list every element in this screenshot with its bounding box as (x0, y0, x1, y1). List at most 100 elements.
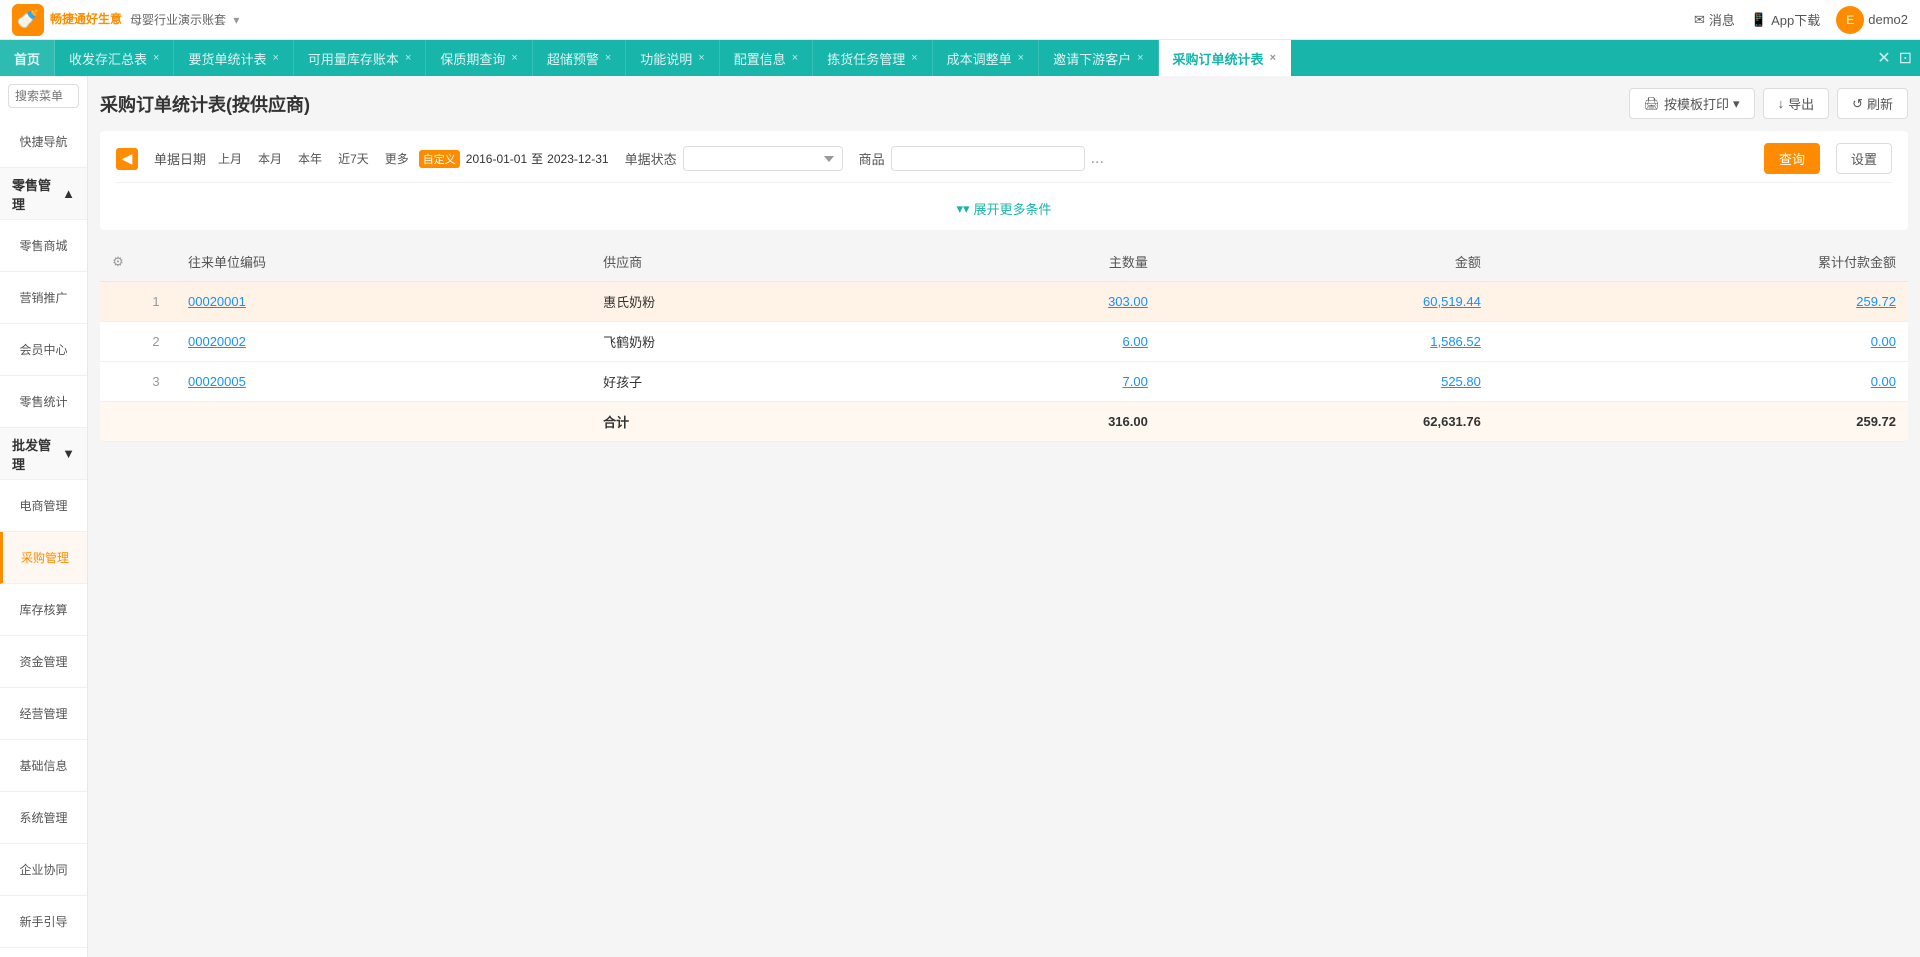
row3-paid-amount-val[interactable]: 0.00 (1871, 374, 1896, 389)
row1-unit-code-val[interactable]: 00020001 (188, 294, 246, 309)
sidebar-item-quick-nav-label: 快捷导航 (19, 133, 67, 150)
sidebar-item-marketing[interactable]: 营销推广 (0, 272, 87, 324)
sidebar-item-retail-mgmt[interactable]: 零售管理 ▲ (0, 168, 87, 220)
filter-panel: ◀ 单据日期 上月 本月 本年 近7天 更多 自定义 2016-01-01 至 (100, 131, 1908, 230)
tab-requisition-close[interactable]: × (272, 52, 278, 64)
table-row: 1 00020001 惠氏奶粉 303.00 60,519.44 (100, 282, 1908, 322)
print-button[interactable]: 🖨 按模板打印 ▾ (1629, 88, 1755, 119)
status-select[interactable] (683, 146, 843, 171)
tab-purchase-summary-close[interactable]: × (1270, 52, 1276, 64)
query-button[interactable]: 查询 (1764, 143, 1820, 174)
export-button[interactable]: ↓ 导出 (1763, 88, 1830, 119)
row2-qty-val[interactable]: 6.00 (1123, 334, 1148, 349)
tab-available-inventory-close[interactable]: × (405, 52, 411, 64)
row2-supplier: 飞鹤奶粉 (591, 322, 900, 362)
row3-unit-code: 00020005 (176, 362, 591, 402)
chevron-down-icon[interactable]: ▾ (233, 13, 239, 27)
date-shortcut-this-month[interactable]: 本月 (252, 148, 288, 169)
sidebar-item-finance-mgmt-label: 资金管理 (19, 653, 67, 670)
tab-function-desc-close[interactable]: × (698, 52, 704, 64)
chevron-up-icon: ▲ (62, 186, 75, 201)
row1-supplier-val: 惠氏奶粉 (603, 295, 655, 310)
user-menu[interactable]: E demo2 (1836, 6, 1908, 34)
tab-overstock-warning[interactable]: 超储预警 × (533, 40, 626, 76)
row3-amount-val[interactable]: 525.80 (1441, 374, 1481, 389)
date-shortcut-last-month[interactable]: 上月 (212, 148, 248, 169)
sidebar-item-base-info[interactable]: 基础信息 (0, 740, 87, 792)
row1-paid-amount-val[interactable]: 259.72 (1856, 294, 1896, 309)
tab-purchase-summary[interactable]: 采购订单统计表 × (1159, 40, 1291, 76)
footer-qty: 316.00 (900, 402, 1159, 442)
export-icon: ↓ (1778, 96, 1785, 111)
table-header-row: ⚙ 往来单位编码 供应商 主数量 金额 (100, 242, 1908, 282)
date-shortcut-7days[interactable]: 近7天 (332, 148, 375, 169)
sidebar-item-inventory-check[interactable]: 库存核算 (0, 584, 87, 636)
tab-home[interactable]: 首页 (0, 40, 55, 76)
tab-expiry-query-label: 保质期查询 (440, 49, 505, 68)
tab-expiry-close[interactable]: × (511, 52, 517, 64)
tab-invite-downstream-close[interactable]: × (1137, 52, 1143, 64)
date-shortcut-this-year[interactable]: 本年 (292, 148, 328, 169)
sidebar-item-finance-mgmt[interactable]: 资金管理 (0, 636, 87, 688)
expand-more-button[interactable]: ▾▾ 展开更多条件 (956, 199, 1051, 218)
sidebar: 快捷导航 零售管理 ▲ 零售商城 营销推广 会员中心 零售统计 批发管理 ▼ 电… (0, 76, 88, 957)
tab-expand-icon[interactable]: ⊡ (1899, 48, 1912, 68)
sidebar-item-app-center[interactable]: 应用中心 (0, 948, 87, 957)
tab-income-summary[interactable]: 收发存汇总表 × (55, 40, 174, 76)
print-icon: 🖨 (1644, 96, 1661, 112)
sidebar-item-retail-store[interactable]: 零售商城 (0, 220, 87, 272)
refresh-button[interactable]: ↺ 刷新 (1837, 88, 1908, 119)
tab-available-inventory[interactable]: 可用量库存账本 × (294, 40, 426, 76)
tab-picking-task[interactable]: 拣货任务管理 × (813, 40, 932, 76)
row3-qty-val[interactable]: 7.00 (1123, 374, 1148, 389)
tab-invite-downstream[interactable]: 邀请下游客户 × (1039, 40, 1158, 76)
chevron-down-icon: ▼ (62, 446, 75, 461)
date-shortcut-more[interactable]: 更多 (379, 148, 415, 169)
avatar-initials: E (1846, 13, 1854, 27)
message-button[interactable]: ✉ 消息 (1694, 10, 1735, 29)
app-download-button[interactable]: 📱 App下载 (1751, 10, 1820, 29)
sidebar-item-ops-mgmt[interactable]: 经营管理 (0, 688, 87, 740)
tab-function-desc[interactable]: 功能说明 × (626, 40, 719, 76)
tab-config-info[interactable]: 配置信息 × (720, 40, 813, 76)
sidebar-item-retail-stats[interactable]: 零售统计 (0, 376, 87, 428)
tab-close-all-icon[interactable]: ✕ (1877, 48, 1890, 68)
filter-collapse-button[interactable]: ◀ (116, 148, 138, 170)
th-unit-code-label: 往来单位编码 (188, 255, 266, 270)
date-filter-label: 单据日期 (154, 149, 206, 168)
expand-label: 展开更多条件 (974, 199, 1052, 218)
tab-overstock-close[interactable]: × (605, 52, 611, 64)
sidebar-item-new-guide[interactable]: 新手引导 (0, 896, 87, 948)
tab-config-info-close[interactable]: × (792, 52, 798, 64)
tab-expiry-query[interactable]: 保质期查询 × (426, 40, 532, 76)
tab-cost-adjust[interactable]: 成本调整单 × (933, 40, 1039, 76)
sidebar-item-ecommerce-mgmt[interactable]: 电商管理 (0, 480, 87, 532)
row1-qty-val[interactable]: 303.00 (1108, 294, 1148, 309)
goods-more-icon[interactable]: ... (1091, 150, 1104, 168)
tab-requisition-summary[interactable]: 要货单统计表 × (174, 40, 293, 76)
breadcrumb: 母婴行业演示账套 ▾ (130, 11, 239, 28)
sidebar-item-system-mgmt[interactable]: 系统管理 (0, 792, 87, 844)
sidebar-item-purchase-mgmt[interactable]: 采购管理 (0, 532, 87, 584)
sidebar-item-enterprise-collab[interactable]: 企业协同 (0, 844, 87, 896)
sidebar-item-member-center[interactable]: 会员中心 (0, 324, 87, 376)
row2-unit-code-val[interactable]: 00020002 (188, 334, 246, 349)
goods-input[interactable] (891, 146, 1085, 171)
tab-income-summary-close[interactable]: × (153, 52, 159, 64)
sidebar-item-retail-mgmt-label: 零售管理 (12, 175, 58, 213)
footer-paid-amount: 259.72 (1493, 402, 1908, 442)
sidebar-item-wholesale-mgmt[interactable]: 批发管理 ▼ (0, 428, 87, 480)
th-qty: 主数量 (900, 242, 1159, 282)
column-settings-icon[interactable]: ⚙ (112, 254, 124, 269)
search-input[interactable] (8, 84, 79, 108)
settings-button[interactable]: 设置 (1836, 143, 1892, 174)
row2-amount-val[interactable]: 1,586.52 (1430, 334, 1481, 349)
sidebar-item-quick-nav[interactable]: 快捷导航 (0, 116, 87, 168)
data-table-container: ⚙ 往来单位编码 供应商 主数量 金额 (100, 242, 1908, 442)
tab-picking-task-close[interactable]: × (911, 52, 917, 64)
tab-cost-adjust-close[interactable]: × (1018, 52, 1024, 64)
row1-amount-val[interactable]: 60,519.44 (1423, 294, 1481, 309)
row3-unit-code-val[interactable]: 00020005 (188, 374, 246, 389)
sidebar-item-enterprise-collab-label: 企业协同 (19, 861, 67, 878)
row2-paid-amount-val[interactable]: 0.00 (1871, 334, 1896, 349)
